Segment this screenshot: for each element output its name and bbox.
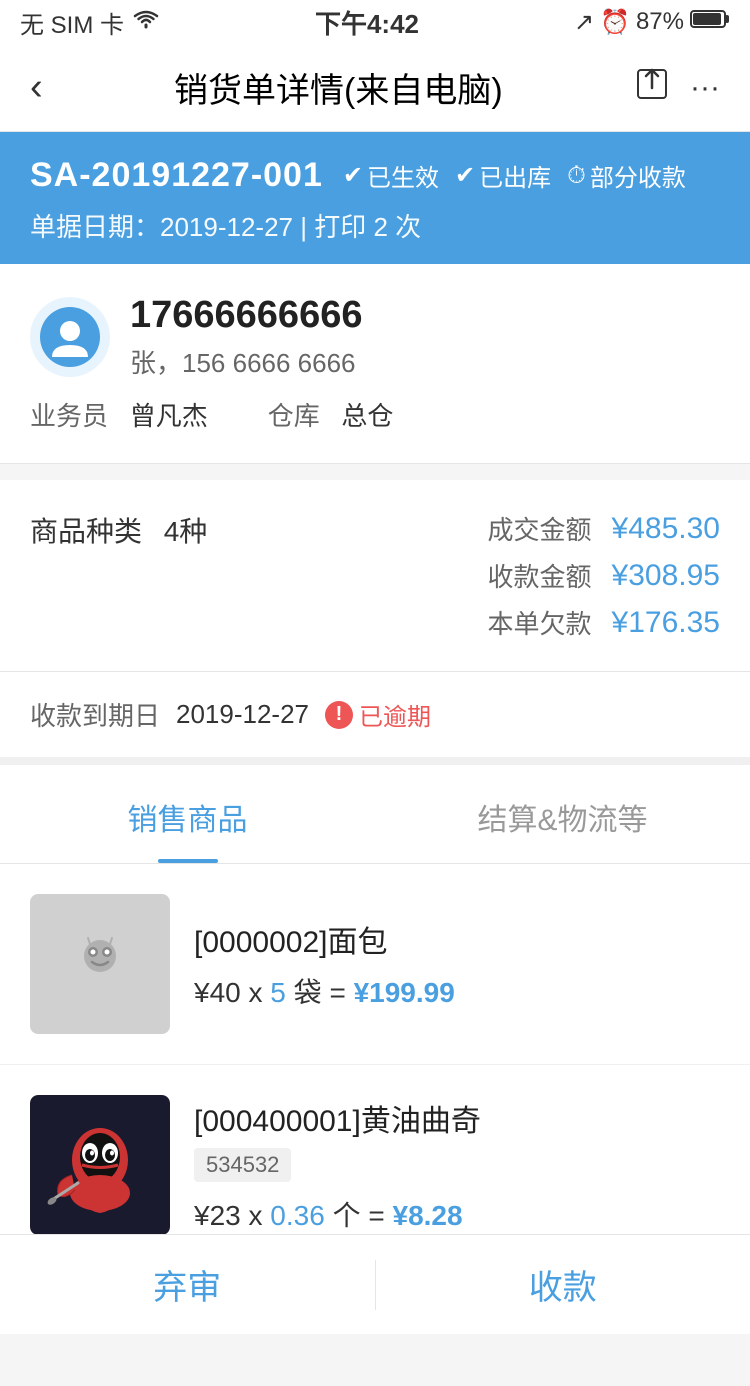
bottom-bar: 弃审 收款 xyxy=(0,1234,750,1334)
nav-actions: ··· xyxy=(634,66,720,110)
due-section: 收款到期日 2019-12-27 ! 已逾期 xyxy=(0,672,750,765)
battery-icon xyxy=(690,8,730,37)
status-left: 无 SIM 卡 xyxy=(20,5,160,40)
amounts-right: 成交金额 ¥485.30 收款金额 ¥308.95 本单欠款 ¥176.35 xyxy=(488,510,720,641)
customer-name-phone: 张，156 6666 6666 xyxy=(130,343,720,380)
warehouse-label: 仓库 xyxy=(268,401,320,431)
product-thumb-2 xyxy=(30,1095,170,1235)
status-right: ↗ ⏰ 87% xyxy=(574,8,730,37)
order-header: SA-20191227-001 ✔ 已生效 ✔ 已出库 ⏱ 部分收款 单据日期：… xyxy=(0,132,750,264)
deal-amount-label: 成交金额 xyxy=(488,510,592,547)
product-count-area: 商品种类 4种 xyxy=(30,510,207,550)
confirm-button[interactable]: 收款 xyxy=(376,1240,750,1329)
order-date: 单据日期：2019-12-27 | 打印 2 次 xyxy=(30,207,720,244)
product-name-1: [0000002]面包 xyxy=(194,917,720,961)
status-time: 下午4:42 xyxy=(315,4,419,41)
product-total-2: ¥8.28 xyxy=(393,1200,463,1231)
customer-section: 17666666666 张，156 6666 6666 业务员 曾凡杰 仓库 总… xyxy=(0,264,750,464)
cancel-button[interactable]: 弃审 xyxy=(0,1240,375,1329)
status-partial: ⏱ 部分收款 xyxy=(567,158,686,193)
nav-bar: ‹ 销货单详情(来自电脑) ··· xyxy=(0,44,750,132)
product-qty-2: 0.36 xyxy=(270,1200,325,1231)
status-shipped: ✔ 已出库 xyxy=(455,158,551,193)
owed-amount-value: ¥176.35 xyxy=(612,606,720,640)
sim-text: 无 SIM 卡 xyxy=(20,5,124,40)
check-icon-1: ✔ xyxy=(343,161,363,190)
product-list: [0000002]面包 ¥40 x 5 袋 = ¥199.99 xyxy=(0,864,750,1266)
tab-settlement[interactable]: 结算&物流等 xyxy=(375,765,750,863)
page-title: 销货单详情(来自电脑) xyxy=(174,63,503,112)
status-badges: ✔ 已生效 ✔ 已出库 ⏱ 部分收款 xyxy=(343,158,686,193)
overdue-badge: ! 已逾期 xyxy=(325,697,431,732)
status-bar: 无 SIM 卡 下午4:42 ↗ ⏰ 87% xyxy=(0,0,750,44)
more-button[interactable]: ··· xyxy=(690,71,720,105)
tabs-section: 销售商品 结算&物流等 xyxy=(0,765,750,864)
status-effected: ✔ 已生效 xyxy=(343,158,439,193)
deal-amount-value: ¥485.30 xyxy=(612,512,720,546)
warehouse-value: 总仓 xyxy=(341,401,393,431)
received-amount-value: ¥308.95 xyxy=(612,559,720,593)
avatar xyxy=(30,297,110,377)
due-date: 2019-12-27 xyxy=(176,699,309,730)
amounts-section: 商品种类 4种 成交金额 ¥485.30 收款金额 ¥308.95 本单欠款 ¥… xyxy=(0,480,750,672)
alarm-icon: ⏰ xyxy=(600,8,630,37)
overdue-icon: ! xyxy=(325,701,353,729)
product-name-2: [000400001]黄油曲奇 xyxy=(194,1096,720,1140)
share-button[interactable] xyxy=(634,66,670,110)
separator-1 xyxy=(0,464,750,480)
product-thumb-1 xyxy=(30,894,170,1034)
owed-amount-row: 本单欠款 ¥176.35 xyxy=(488,604,720,641)
clock-icon: ⏱ xyxy=(567,162,586,190)
product-sku-2: 534532 xyxy=(194,1148,291,1182)
received-amount-row: 收款金额 ¥308.95 xyxy=(488,557,720,594)
product-count: 商品种类 4种 xyxy=(30,510,207,550)
product-qty-1: 5 xyxy=(270,977,286,1008)
list-item: [0000002]面包 ¥40 x 5 袋 = ¥199.99 xyxy=(0,864,750,1065)
customer-id: 17666666666 xyxy=(130,294,720,337)
check-icon-2: ✔ xyxy=(455,161,475,190)
owed-amount-label: 本单欠款 xyxy=(488,604,592,641)
location-icon: ↗ xyxy=(574,8,594,37)
deal-amount-row: 成交金额 ¥485.30 xyxy=(488,510,720,547)
overdue-text: 已逾期 xyxy=(359,697,431,732)
received-amount-label: 收款金额 xyxy=(488,557,592,594)
product-total-1: ¥199.99 xyxy=(354,977,455,1008)
customer-meta: 业务员 曾凡杰 仓库 总仓 xyxy=(30,396,720,433)
sales-label: 业务员 xyxy=(30,401,108,431)
due-label: 收款到期日 xyxy=(30,696,160,733)
back-button[interactable]: ‹ xyxy=(30,66,43,109)
product-info-2: [000400001]黄油曲奇 534532 ¥23 x 0.36 个 = ¥8… xyxy=(194,1096,720,1234)
battery-text: 87% xyxy=(636,8,684,36)
tab-sales-products[interactable]: 销售商品 xyxy=(0,765,375,863)
order-id: SA-20191227-001 xyxy=(30,156,323,195)
product-info-1: [0000002]面包 ¥40 x 5 袋 = ¥199.99 xyxy=(194,917,720,1011)
wifi-icon xyxy=(132,8,160,36)
product-price-1: ¥40 x 5 袋 = ¥199.99 xyxy=(194,971,720,1011)
product-price-2: ¥23 x 0.36 个 = ¥8.28 xyxy=(194,1194,720,1234)
sales-person: 曾凡杰 xyxy=(130,401,208,431)
